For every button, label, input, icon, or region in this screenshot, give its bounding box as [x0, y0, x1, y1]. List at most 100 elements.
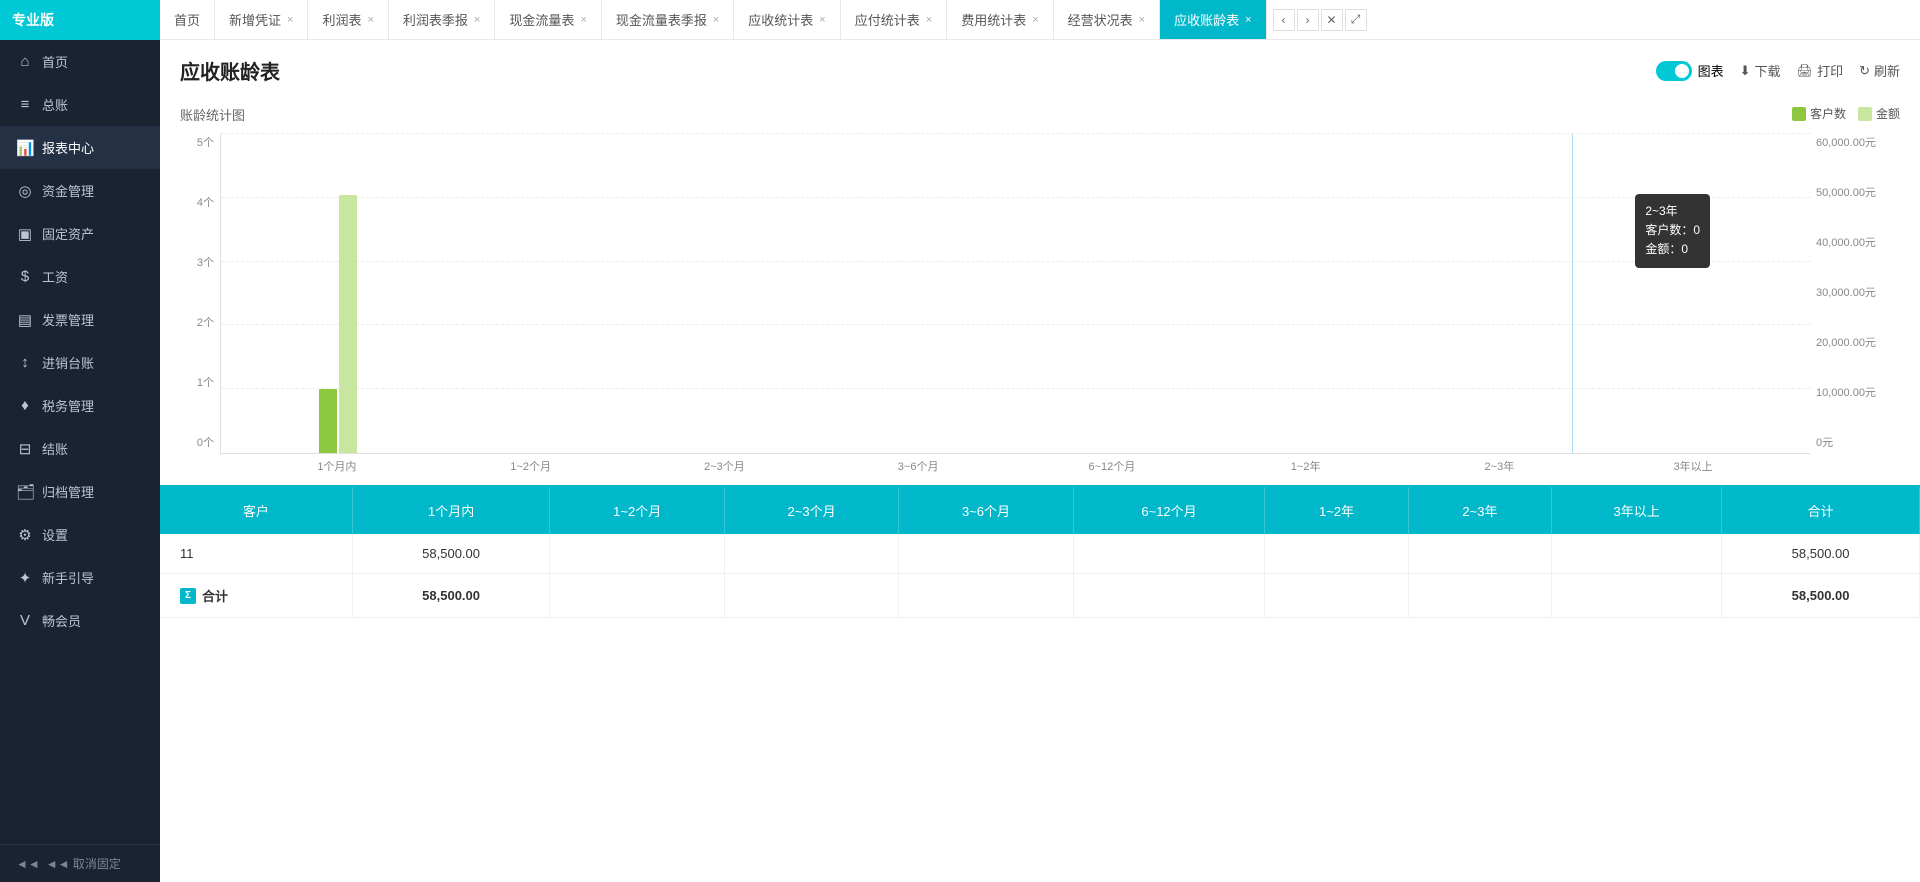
sidebar: 专业版 ⌂ 首页 ≡ 总账 📊 报表中心 ◎ 资金管理 ▣ 固定资产 $ 工资 …	[0, 0, 160, 882]
y-left-4: 4个	[197, 194, 214, 210]
sidebar-item-tax[interactable]: ♦ 税务管理	[0, 384, 160, 427]
salary-icon: $	[16, 268, 34, 285]
th-customer: 客户	[160, 487, 352, 534]
download-btn[interactable]: ⬇ 下载	[1740, 61, 1781, 80]
page-actions: 图表 ⬇ 下载 🖨 打印 ↻ 刷新	[1656, 61, 1900, 81]
tab-operation-close[interactable]: ×	[1139, 14, 1145, 26]
sidebar-item-label: 总账	[42, 95, 68, 114]
tab-ar-aging[interactable]: 应收账龄表 ×	[1160, 0, 1266, 40]
tab-receivable-stat-close[interactable]: ×	[819, 14, 825, 26]
x-axis: 1个月内 1~2个月 2~3个月 3~6个月 6~12个月 1~2年 2~3年 …	[220, 458, 1810, 474]
y-axis-right: 60,000.00元 50,000.00元 40,000.00元 30,000.…	[1810, 134, 1900, 474]
chart-legend: 客户数 金额	[1792, 105, 1900, 122]
legend-amount-label: 金额	[1876, 105, 1900, 122]
tab-receivable-stat[interactable]: 应收统计表 ×	[734, 0, 840, 40]
bar-m1-amount	[339, 195, 357, 453]
sidebar-item-close[interactable]: ⊟ 结账	[0, 427, 160, 470]
tab-expense-stat-close[interactable]: ×	[1032, 14, 1038, 26]
sidebar-item-invoice[interactable]: ▤ 发票管理	[0, 298, 160, 341]
sidebar-item-settings[interactable]: ⚙ 设置	[0, 513, 160, 556]
y-right-50k: 50,000.00元	[1816, 184, 1876, 200]
total-m23	[724, 574, 898, 618]
tab-payable-stat-close[interactable]: ×	[926, 14, 932, 26]
sidebar-item-capital[interactable]: ◎ 资金管理	[0, 169, 160, 212]
tab-cashflow-close[interactable]: ×	[580, 14, 586, 26]
total-text: 合计	[202, 586, 228, 605]
y-right-60k: 60,000.00元	[1816, 134, 1876, 150]
th-y12: 1~2年	[1265, 487, 1408, 534]
tab-profit-close[interactable]: ×	[367, 14, 373, 26]
tab-profit-q[interactable]: 利润表季报 ×	[389, 0, 495, 40]
row-y3plus	[1552, 534, 1722, 574]
x-label-m23: 2~3个月	[628, 458, 822, 474]
tab-voucher[interactable]: 新增凭证 ×	[215, 0, 308, 40]
sidebar-item-ledger[interactable]: ≡ 总账	[0, 83, 160, 126]
chart-title: 账龄统计图	[180, 105, 1900, 124]
collapse-icon: ◄◄	[16, 857, 40, 871]
toggle-switch-btn[interactable]	[1656, 61, 1692, 81]
tab-voucher-label: 新增凭证	[229, 10, 281, 29]
x-label-y12: 1~2年	[1209, 458, 1403, 474]
y-left-1: 1个	[197, 374, 214, 390]
bar-group-m23[interactable]	[628, 134, 822, 453]
tab-ar-aging-close[interactable]: ×	[1245, 14, 1251, 26]
tab-cashflow-q[interactable]: 现金流量表季报 ×	[602, 0, 734, 40]
tab-next-btn[interactable]: ›	[1297, 9, 1319, 31]
gear-icon: ⚙	[16, 526, 34, 544]
total-total: 58,500.00	[1722, 574, 1920, 618]
sidebar-collapse-btn[interactable]: ◄◄ ◄◄ 取消固定	[0, 844, 160, 882]
bar-group-m36[interactable]	[822, 134, 1016, 453]
sidebar-item-label: 进销台账	[42, 353, 94, 372]
bar-group-y12[interactable]	[1209, 134, 1403, 453]
tab-expense-stat-label: 费用统计表	[961, 10, 1026, 29]
vip-icon: V	[16, 612, 34, 629]
tab-maximize-btn[interactable]: ⤢	[1345, 9, 1367, 31]
sidebar-item-vip[interactable]: V 畅会员	[0, 599, 160, 642]
print-btn[interactable]: 🖨 打印	[1797, 61, 1844, 80]
bar-group-m1[interactable]	[241, 134, 435, 453]
bar-group-y23[interactable]	[1403, 134, 1597, 453]
tab-voucher-close[interactable]: ×	[287, 14, 293, 26]
x-label-y23: 2~3年	[1403, 458, 1597, 474]
bars-container	[221, 134, 1810, 453]
tab-home[interactable]: 首页	[160, 0, 215, 40]
bar-group-m612[interactable]	[1016, 134, 1210, 453]
row-m1: 58,500.00	[352, 534, 550, 574]
bar-group-y3plus[interactable]	[1596, 134, 1790, 453]
sidebar-item-archive[interactable]: 🗂 归档管理	[0, 470, 160, 513]
sidebar-item-stock[interactable]: ↕ 进销台账	[0, 341, 160, 384]
th-m1: 1个月内	[352, 487, 550, 534]
sidebar-item-guide[interactable]: ✦ 新手引导	[0, 556, 160, 599]
total-m1: 58,500.00	[352, 574, 550, 618]
total-y12	[1265, 574, 1408, 618]
tab-profit-q-close[interactable]: ×	[474, 14, 480, 26]
chart-toggle[interactable]: 图表	[1656, 61, 1724, 81]
sidebar-item-reports[interactable]: 📊 报表中心	[0, 126, 160, 169]
refresh-btn[interactable]: ↻ 刷新	[1859, 61, 1900, 80]
reports-icon: 📊	[16, 139, 34, 157]
bar-group-m12[interactable]	[435, 134, 629, 453]
y-right-20k: 20,000.00元	[1816, 334, 1876, 350]
y-axis-left: 5个 4个 3个 2个 1个 0个	[180, 134, 220, 474]
legend-customer-color	[1792, 107, 1806, 121]
tab-cashflow-q-close[interactable]: ×	[713, 14, 719, 26]
toggle-label: 图表	[1698, 61, 1724, 80]
tab-payable-stat[interactable]: 应付统计表 ×	[841, 0, 947, 40]
sidebar-item-salary[interactable]: $ 工资	[0, 255, 160, 298]
tab-cashflow[interactable]: 现金流量表 ×	[495, 0, 601, 40]
sidebar-item-label: 固定资产	[42, 224, 94, 243]
row-y12	[1265, 534, 1408, 574]
sidebar-item-assets[interactable]: ▣ 固定资产	[0, 212, 160, 255]
print-icon: 🖨	[1797, 63, 1814, 79]
tab-close-all-btn[interactable]: ✕	[1321, 9, 1343, 31]
sidebar-item-home[interactable]: ⌂ 首页	[0, 40, 160, 83]
sidebar-item-label: 设置	[42, 525, 68, 544]
invoice-icon: ▤	[16, 311, 34, 329]
tab-operation[interactable]: 经营状况表 ×	[1054, 0, 1160, 40]
tab-prev-btn[interactable]: ‹	[1273, 9, 1295, 31]
chart-container: 账龄统计图 客户数 金额 5个 4个 3个 2个 1个	[160, 95, 1920, 485]
close-accounts-icon: ⊟	[16, 440, 34, 458]
tab-expense-stat[interactable]: 费用统计表 ×	[947, 0, 1053, 40]
tab-profit[interactable]: 利润表 ×	[308, 0, 388, 40]
table-container: 客户 1个月内 1~2个月 2~3个月 3~6个月 6~12个月 1~2年 2~…	[160, 485, 1920, 882]
